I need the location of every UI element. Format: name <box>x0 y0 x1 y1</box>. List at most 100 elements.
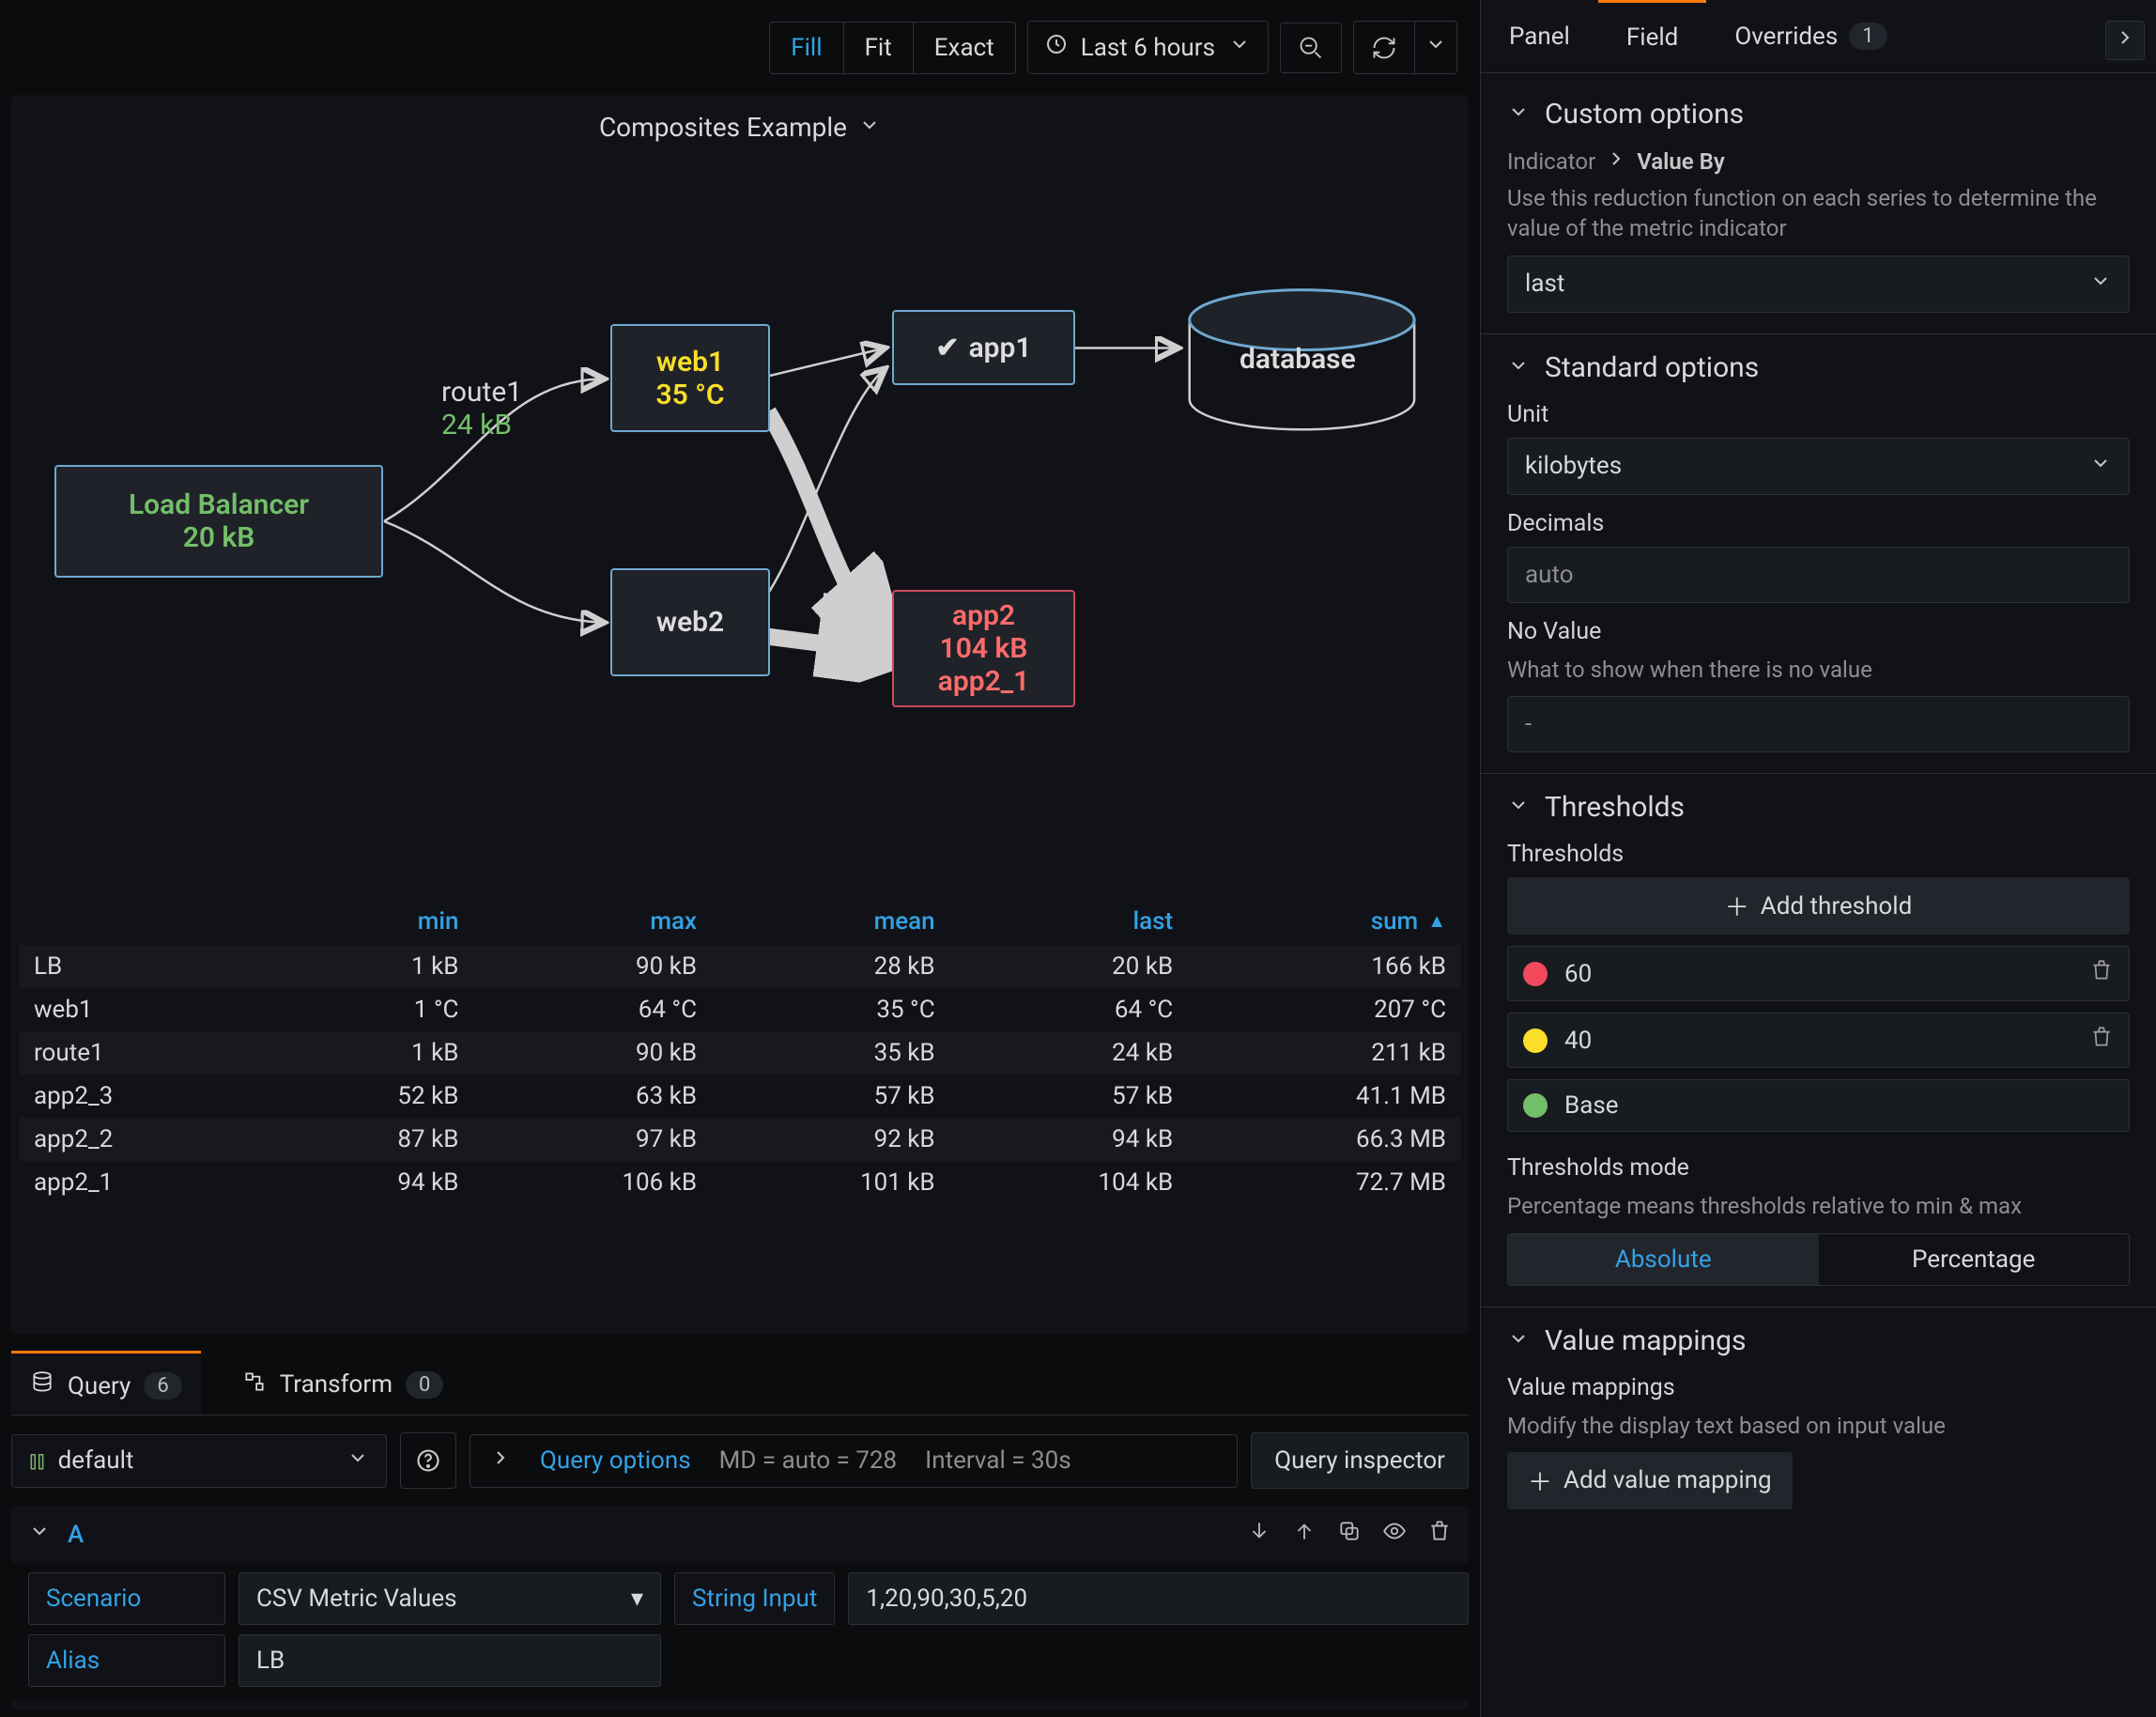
query-row-header[interactable]: A <box>11 1506 1469 1563</box>
decimals-input[interactable]: auto <box>1507 547 2130 603</box>
chevron-down-icon <box>1507 1324 1530 1357</box>
query-interval: Interval = 30s <box>925 1446 1070 1475</box>
node-value: 20 kB <box>183 521 255 554</box>
tab-overrides[interactable]: Overrides 1 <box>1706 2 1915 71</box>
help-icon <box>415 1447 441 1474</box>
hint-text: Use this reduction function on each seri… <box>1507 183 2130 244</box>
chevron-right-icon <box>1605 147 1627 176</box>
edge-label-route1: route1 24 kB <box>441 376 522 441</box>
query-options-label: Query options <box>540 1446 691 1475</box>
threshold-row[interactable]: 60 <box>1507 946 2130 1001</box>
table-row[interactable]: app2_352 kB63 kB57 kB57 kB41.1 MB <box>19 1075 1461 1118</box>
col-mean[interactable]: mean <box>712 898 950 945</box>
table-row[interactable]: web11 °C64 °C35 °C64 °C207 °C <box>19 988 1461 1031</box>
node-app1[interactable]: ✔ app1 <box>892 310 1075 385</box>
view-mode-group[interactable]: Fill Fit Exact <box>769 22 1015 74</box>
threshold-value[interactable]: 40 <box>1564 1027 1592 1055</box>
node-app2[interactable]: app2 104 kB app2_1 <box>892 590 1075 707</box>
table-row[interactable]: LB1 kB90 kB28 kB20 kB166 kB <box>19 945 1461 988</box>
tab-transform[interactable]: Transform 0 <box>223 1351 463 1415</box>
table-row[interactable]: app2_287 kB97 kB92 kB94 kB66.3 MB <box>19 1118 1461 1161</box>
node-database-label[interactable]: database <box>1240 343 1356 376</box>
novalue-input[interactable]: - <box>1507 696 2130 752</box>
thresholds-mode-toggle[interactable]: Absolute Percentage <box>1507 1233 2130 1286</box>
view-mode-fit[interactable]: Fit <box>843 23 913 73</box>
zoom-out-button[interactable] <box>1280 23 1342 73</box>
plus-icon: ＋ <box>1528 1463 1552 1498</box>
tab-label: Query <box>68 1372 131 1400</box>
threshold-color-dot[interactable] <box>1523 962 1548 986</box>
mode-absolute[interactable]: Absolute <box>1508 1234 1819 1285</box>
refresh-button[interactable] <box>1353 21 1415 74</box>
refresh-menu-button[interactable] <box>1415 21 1457 74</box>
col-min[interactable]: min <box>267 898 473 945</box>
query-inspector-button[interactable]: Query inspector <box>1251 1432 1469 1489</box>
zoom-out-icon <box>1298 35 1324 61</box>
threshold-value[interactable]: 60 <box>1564 960 1592 988</box>
unit-select[interactable]: kilobytes <box>1507 438 2130 495</box>
mappings-label: Value mappings <box>1507 1374 2130 1401</box>
node-load-balancer[interactable]: Load Balancer 20 kB <box>54 465 383 578</box>
section-custom-options[interactable]: Custom options <box>1507 98 2130 131</box>
col-last[interactable]: last <box>950 898 1189 945</box>
chevron-down-icon <box>1228 33 1251 62</box>
help-button[interactable] <box>400 1432 456 1489</box>
node-web1[interactable]: web1 35 °C <box>610 324 770 432</box>
alias-value: LB <box>256 1647 285 1675</box>
section-thresholds[interactable]: Thresholds <box>1507 791 2130 824</box>
eye-icon[interactable] <box>1382 1519 1407 1550</box>
section-title: Value mappings <box>1545 1324 1746 1357</box>
panel-title[interactable]: Composites Example <box>19 102 1461 160</box>
chevron-down-icon <box>2089 452 2112 481</box>
datasource-select[interactable]: ⫾⫾ default <box>11 1434 387 1488</box>
copy-icon[interactable] <box>1337 1519 1362 1550</box>
trash-icon[interactable] <box>1427 1519 1452 1550</box>
add-value-mapping-button[interactable]: ＋ Add value mapping <box>1507 1452 1793 1509</box>
time-range-picker[interactable]: Last 6 hours <box>1027 21 1269 74</box>
table-row[interactable]: app2_194 kB106 kB101 kB104 kB72.7 MB <box>19 1161 1461 1204</box>
next-query-row-peek <box>11 1700 1469 1709</box>
node-web2[interactable]: web2 <box>610 568 770 676</box>
scenario-select[interactable]: CSV Metric Values ▾ <box>239 1572 661 1625</box>
database-icon <box>30 1370 54 1401</box>
tab-field[interactable]: Field <box>1598 0 1706 72</box>
col-sum[interactable]: sum▲ <box>1188 898 1461 945</box>
scenario-value: CSV Metric Values <box>256 1585 457 1613</box>
threshold-color-dot[interactable] <box>1523 1093 1548 1118</box>
threshold-row[interactable]: 40 <box>1507 1013 2130 1068</box>
threshold-row[interactable]: Base <box>1507 1079 2130 1132</box>
arrow-down-icon[interactable] <box>1247 1519 1271 1550</box>
side-expand-button[interactable] <box>2105 21 2145 60</box>
node-label: app2 <box>952 599 1015 632</box>
threshold-delete[interactable] <box>2089 958 2114 989</box>
threshold-value[interactable]: Base <box>1564 1091 1619 1120</box>
add-threshold-button[interactable]: ＋ Add threshold <box>1507 877 2130 935</box>
view-mode-fill[interactable]: Fill <box>770 23 842 73</box>
threshold-color-dot[interactable] <box>1523 1029 1548 1053</box>
overrides-count-badge: 1 <box>1849 23 1886 50</box>
chevron-right-icon <box>2114 26 2136 55</box>
node-label: web1 <box>656 346 724 379</box>
chevron-down-icon <box>2089 270 2112 299</box>
col-max[interactable]: max <box>473 898 712 945</box>
arrow-up-icon[interactable] <box>1292 1519 1317 1550</box>
view-mode-exact[interactable]: Exact <box>913 23 1015 73</box>
mode-percentage[interactable]: Percentage <box>1819 1234 2130 1285</box>
query-options[interactable]: Query options MD = auto = 728 Interval =… <box>470 1434 1238 1488</box>
unit-value: kilobytes <box>1525 452 1622 480</box>
add-threshold-label: Add threshold <box>1761 892 1912 920</box>
tab-query[interactable]: Query 6 <box>11 1351 201 1415</box>
section-standard-options[interactable]: Standard options <box>1507 351 2130 384</box>
transform-count-badge: 0 <box>406 1371 443 1399</box>
hint-text: What to show when there is no value <box>1507 655 2130 685</box>
query-tabs: Query 6 Transform 0 <box>11 1351 1469 1415</box>
col-name[interactable] <box>19 898 267 945</box>
threshold-delete[interactable] <box>2089 1025 2114 1056</box>
unit-label: Unit <box>1507 401 2130 428</box>
string-input[interactable]: 1,20,90,30,5,20 <box>848 1572 1469 1625</box>
section-value-mappings[interactable]: Value mappings <box>1507 1324 2130 1357</box>
alias-input[interactable]: LB <box>239 1634 661 1687</box>
value-by-select[interactable]: last <box>1507 255 2130 313</box>
tab-panel[interactable]: Panel <box>1481 2 1598 71</box>
table-row[interactable]: route11 kB90 kB35 kB24 kB211 kB <box>19 1031 1461 1075</box>
